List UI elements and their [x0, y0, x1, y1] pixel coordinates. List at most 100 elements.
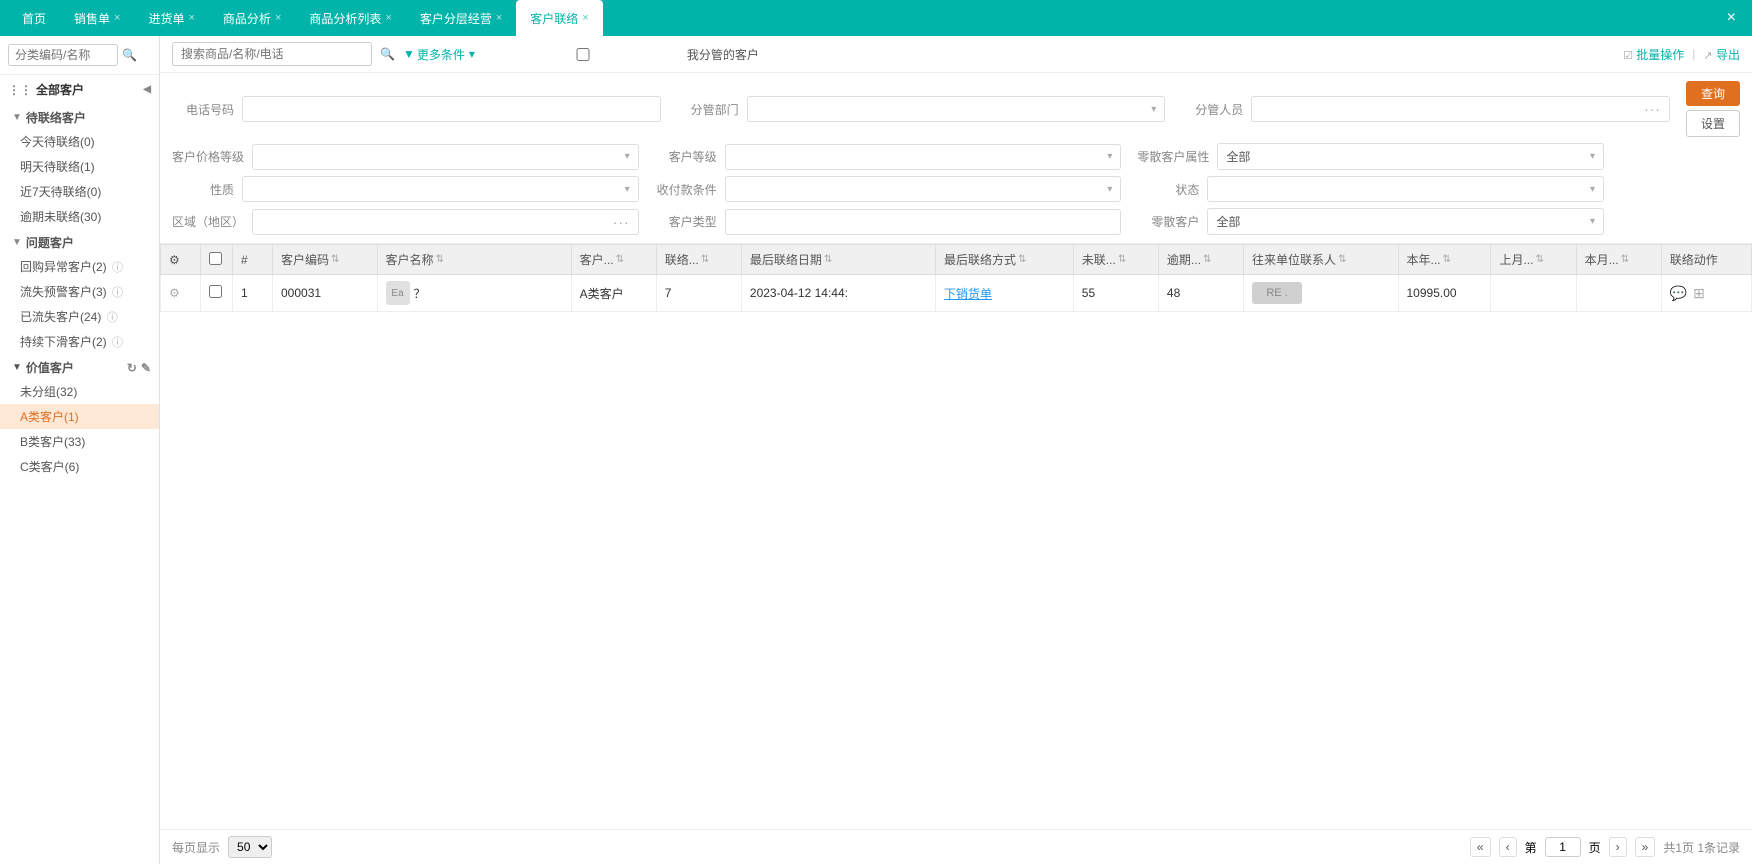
nav-analysis[interactable]: 商品分析 ×: [209, 0, 295, 36]
my-customers-check[interactable]: [483, 48, 683, 61]
dept-select[interactable]: ▾: [747, 96, 1166, 122]
row-checkbox[interactable]: [209, 285, 222, 298]
col-contact-person[interactable]: 往来单位联系人 ⇅: [1244, 245, 1398, 275]
filter-row-2: 客户价格等级 ▾ 客户等级 ▾ 零散客户属性 全部: [172, 143, 1740, 170]
sidebar-search-input[interactable]: [8, 44, 118, 66]
col-checkbox[interactable]: [201, 245, 233, 275]
value-customers-header[interactable]: ▼ 价值客户 ↻ ✎: [0, 354, 159, 379]
manager-select[interactable]: ···: [1251, 96, 1670, 122]
retail-select[interactable]: 全部 ▾: [1207, 208, 1604, 235]
pending-contact-header[interactable]: ▼ 待联络客户: [0, 104, 159, 129]
close-all-btn[interactable]: ×: [1719, 9, 1744, 27]
export-btn[interactable]: ↗ 导出: [1703, 46, 1740, 63]
sidebar-a-class[interactable]: A类客户(1): [0, 404, 159, 429]
sidebar-all-customers[interactable]: ⋮⋮ 全部客户 ◀: [0, 75, 159, 104]
batch-op-btn[interactable]: ☑ 批量操作: [1623, 46, 1684, 63]
my-customers-checkbox[interactable]: 我分管的客户: [483, 46, 759, 63]
col-overdue[interactable]: 逾期... ⇅: [1158, 245, 1243, 275]
top-nav: 首页 销售单 × 进货单 × 商品分析 × 商品分析列表 × 客户分层经营 × …: [0, 0, 1752, 36]
payment-select[interactable]: ▾: [725, 176, 1122, 202]
arrow-down-icon-3: ▼: [12, 362, 22, 373]
page-end-label: 页: [1589, 839, 1601, 856]
sidebar-churn-warning[interactable]: 流失预警客户(3) ⓘ: [0, 279, 159, 304]
row-checkbox-cell[interactable]: [201, 275, 233, 312]
col-last-month[interactable]: 上月... ⇅: [1491, 245, 1576, 275]
query-btn[interactable]: 查询: [1686, 81, 1740, 106]
gear-icon[interactable]: ⚙: [169, 253, 180, 267]
sort-icon-this-year: ⇅: [1443, 254, 1451, 265]
nature-select[interactable]: ▾: [242, 176, 639, 202]
sidebar-b-class[interactable]: B类客户(33): [0, 429, 159, 454]
contact-action-icon[interactable]: 💬: [1670, 285, 1687, 302]
sidebar-repurchase-abnormal[interactable]: 回购异常客户(2) ⓘ: [0, 254, 159, 279]
customer-type-input[interactable]: [725, 209, 1122, 235]
total-info: 共1页 1条记录: [1663, 839, 1740, 856]
nav-purchase[interactable]: 进货单 ×: [134, 0, 208, 36]
sidebar: 🔍 ⋮⋮ 全部客户 ◀ ▼ 待联络客户 今天待联络(0) 明天待联络(1) 近7…: [0, 36, 160, 864]
sidebar-overdue-contact[interactable]: 逾期未联络(30): [0, 204, 159, 229]
col-name[interactable]: 客户名称 ⇅: [377, 245, 571, 275]
nav-close-customer-tier[interactable]: ×: [496, 12, 502, 24]
nav-customer-tier[interactable]: 客户分层经营 ×: [406, 0, 516, 36]
more-dots-icon-2: ···: [613, 214, 630, 230]
nav-close-analysis[interactable]: ×: [275, 12, 281, 24]
select-all-checkbox[interactable]: [209, 252, 222, 265]
col-code[interactable]: 客户编码 ⇅: [273, 245, 378, 275]
sidebar-7day-contact[interactable]: 近7天待联络(0): [0, 179, 159, 204]
last-page-btn[interactable]: »: [1635, 837, 1656, 857]
filter-payment: 收付款条件 ▾: [655, 176, 1122, 202]
sidebar-churned[interactable]: 已流失客户(24) ⓘ: [0, 304, 159, 329]
next-page-btn[interactable]: ›: [1609, 837, 1627, 857]
customer-avatar: Ea: [386, 281, 410, 305]
prev-page-btn[interactable]: ‹: [1499, 837, 1517, 857]
col-level[interactable]: 客户... ⇅: [571, 245, 656, 275]
nav-sales[interactable]: 销售单 ×: [60, 0, 134, 36]
col-last-date[interactable]: 最后联络日期 ⇅: [741, 245, 935, 275]
chevron-down-icon: ▾: [1151, 104, 1156, 115]
page-size-select[interactable]: 50: [228, 836, 272, 858]
nav-close-customer-contact[interactable]: ×: [582, 12, 588, 24]
row-gear-icon[interactable]: ⚙: [169, 286, 180, 300]
refresh-icon[interactable]: ↻: [127, 361, 137, 375]
col-this-month[interactable]: 本月... ⇅: [1576, 245, 1661, 275]
search-input[interactable]: [172, 42, 372, 66]
nav-close-purchase[interactable]: ×: [188, 12, 194, 24]
problem-customers-header[interactable]: ▼ 问题客户: [0, 229, 159, 254]
col-uncontacted[interactable]: 未联... ⇅: [1073, 245, 1158, 275]
search-btn[interactable]: 🔍: [380, 47, 395, 61]
more-filters-btn[interactable]: ▼ 更多条件 ▾: [403, 46, 475, 63]
customer-level-select[interactable]: ▾: [725, 144, 1122, 170]
filter-customer-type: 客户类型: [655, 209, 1122, 235]
sidebar-declining[interactable]: 持续下滑客户(2) ⓘ: [0, 329, 159, 354]
sidebar-unclassified[interactable]: 未分组(32): [0, 379, 159, 404]
settings-btn[interactable]: 设置: [1686, 110, 1740, 137]
col-gear[interactable]: ⚙: [161, 245, 201, 275]
col-this-year[interactable]: 本年... ⇅: [1398, 245, 1491, 275]
row-gear-cell: ⚙: [161, 275, 201, 312]
nav-analysis-list[interactable]: 商品分析列表 ×: [295, 0, 405, 36]
nav-close-analysis-list[interactable]: ×: [385, 12, 391, 24]
edit-icon[interactable]: ✎: [141, 361, 151, 375]
row-last-method[interactable]: 下销货单: [935, 275, 1073, 312]
region-select[interactable]: ···: [252, 209, 639, 235]
phone-input[interactable]: [242, 96, 661, 122]
sidebar-tomorrow-contact[interactable]: 明天待联络(1): [0, 154, 159, 179]
page-number-input[interactable]: [1545, 837, 1581, 857]
col-contact[interactable]: 联络... ⇅: [656, 245, 741, 275]
sidebar-search-icon[interactable]: 🔍: [122, 48, 137, 62]
nav-customer-contact[interactable]: 客户联络 ×: [516, 0, 602, 36]
qr-action-icon[interactable]: ⊞: [1693, 285, 1705, 302]
nav-close-sales[interactable]: ×: [114, 12, 120, 24]
retail-attr-select[interactable]: 全部 ▾: [1217, 143, 1604, 170]
sidebar-today-contact[interactable]: 今天待联络(0): [0, 129, 159, 154]
sort-icon-last-method: ⇅: [1018, 254, 1026, 265]
nav-home[interactable]: 首页: [8, 0, 60, 36]
row-no: 1: [233, 275, 273, 312]
row-contact: 7: [656, 275, 741, 312]
first-page-btn[interactable]: «: [1470, 837, 1491, 857]
price-level-select[interactable]: ▾: [252, 144, 639, 170]
sidebar-c-class[interactable]: C类客户(6): [0, 454, 159, 479]
col-last-method[interactable]: 最后联络方式 ⇅: [935, 245, 1073, 275]
status-select[interactable]: ▾: [1207, 176, 1604, 202]
filter-dept: 分管部门 ▾: [677, 96, 1166, 122]
